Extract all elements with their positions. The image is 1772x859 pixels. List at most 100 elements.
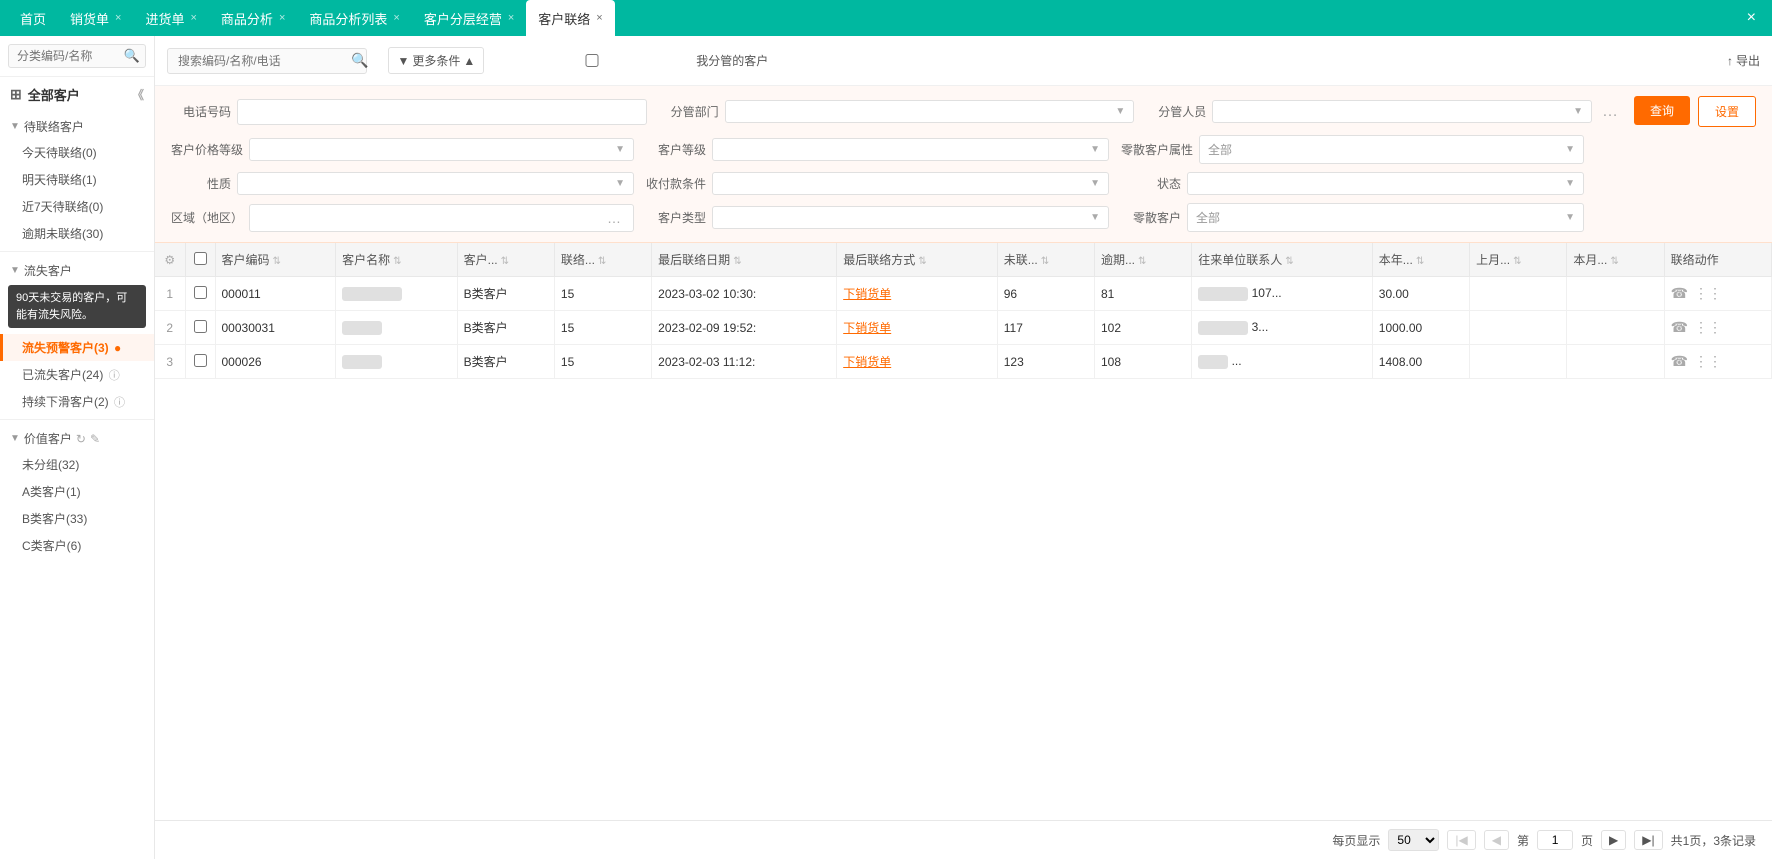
region-more-icon[interactable]: … — [603, 210, 625, 226]
payment-select[interactable]: ▼ — [712, 172, 1109, 195]
row-last-method[interactable]: 下销货单 — [837, 277, 998, 311]
prev-page-button[interactable]: ◀ — [1484, 830, 1509, 850]
nav-tab-purchase[interactable]: 进货单 × — [133, 0, 208, 36]
checkbox-header[interactable] — [185, 243, 215, 277]
sidebar-group-value[interactable]: ▼ 价值客户 ↻ ✎ — [0, 424, 154, 451]
row-last-method[interactable]: 下销货单 — [837, 345, 998, 379]
close-purchase-icon[interactable]: × — [190, 12, 196, 24]
nav-tab-customer-link[interactable]: 客户联络 × — [526, 0, 614, 36]
nav-tab-analysis[interactable]: 商品分析 × — [209, 0, 297, 36]
sort-this-month-icon[interactable]: ⇅ — [1610, 256, 1618, 267]
phone-input[interactable] — [237, 99, 647, 125]
sidebar-all-customers[interactable]: ⊞ 全部客户 《 — [0, 77, 154, 112]
select-all-checkbox[interactable] — [194, 252, 207, 265]
dept-select[interactable]: ▼ — [725, 100, 1135, 123]
sidebar-group-lost[interactable]: ▼ 流失客户 — [0, 256, 154, 283]
my-customers-checkbox[interactable]: 我分管的客户 — [492, 52, 768, 69]
price-level-select[interactable]: ▼ — [249, 138, 634, 161]
sort-type-icon[interactable]: ⇅ — [501, 256, 509, 267]
sidebar-item-c-class[interactable]: C类客户(6) — [0, 532, 154, 559]
region-select[interactable]: … — [249, 204, 634, 232]
sort-overdue-icon[interactable]: ⇅ — [1138, 256, 1146, 267]
sidebar-item-overdue[interactable]: 逾期未联络(30) — [0, 220, 154, 247]
row-checkbox[interactable] — [194, 286, 207, 299]
more-action-icon[interactable]: ⋮⋮ — [1694, 353, 1722, 370]
zero-attr-label: 零散客户属性 — [1121, 141, 1193, 158]
sidebar-item-7days[interactable]: 近7天待联络(0) — [0, 193, 154, 220]
sidebar-item-today[interactable]: 今天待联络(0) — [0, 139, 154, 166]
sidebar-item-b-class[interactable]: B类客户(33) — [0, 505, 154, 532]
nav-tab-analysis-list[interactable]: 商品分析列表 × — [297, 0, 411, 36]
next-page-button[interactable]: ▶ — [1601, 830, 1626, 850]
row-checkbox-cell[interactable] — [185, 311, 215, 345]
more-action-icon[interactable]: ⋮⋮ — [1694, 319, 1722, 336]
row-checkbox-cell[interactable] — [185, 345, 215, 379]
search-button[interactable]: 🔍 — [339, 44, 380, 77]
nav-tab-customer-tier[interactable]: 客户分层经营 × — [412, 0, 526, 36]
collapse-sidebar-icon[interactable]: 《 — [132, 86, 144, 103]
sidebar-item-lost[interactable]: 已流失客户(24) ⓘ — [0, 361, 154, 388]
first-page-button[interactable]: |◀ — [1447, 830, 1475, 850]
sidebar-item-a-class[interactable]: A类客户(1) — [0, 478, 154, 505]
sidebar-item-ungroup[interactable]: 未分组(32) — [0, 451, 154, 478]
gear-header[interactable]: ⚙ — [155, 243, 185, 277]
sort-last-date-icon[interactable]: ⇅ — [733, 256, 741, 267]
search-input[interactable] — [167, 48, 367, 74]
sort-name-icon[interactable]: ⇅ — [393, 256, 401, 267]
phone-action-icon[interactable]: ☎ — [1671, 353, 1688, 370]
page-input[interactable] — [1537, 830, 1573, 850]
sidebar-group-pending[interactable]: ▼ 待联络客户 — [0, 112, 154, 139]
more-action-icon[interactable]: ⋮⋮ — [1694, 285, 1722, 302]
row-checkbox-cell[interactable] — [185, 277, 215, 311]
last-method-link[interactable]: 下销货单 — [843, 355, 891, 369]
row-last-date: 2023-02-03 11:12: — [652, 345, 837, 379]
status-select[interactable]: ▼ — [1187, 172, 1584, 195]
sort-last-method-icon[interactable]: ⇅ — [918, 256, 926, 267]
my-customers-check[interactable] — [492, 54, 692, 67]
gender-select[interactable]: ▼ — [237, 172, 634, 195]
per-page-select[interactable]: 50 20 100 — [1388, 829, 1439, 851]
last-page-button[interactable]: ▶| — [1634, 830, 1662, 850]
setting-button[interactable]: 设置 — [1698, 96, 1756, 127]
sort-contact-icon[interactable]: ⇅ — [598, 256, 606, 267]
sidebar-item-tomorrow[interactable]: 明天待联络(1) — [0, 166, 154, 193]
action-icons-group: ☎ ⋮⋮ — [1671, 353, 1765, 370]
zero-customer-select[interactable]: 全部 ▼ — [1187, 203, 1584, 232]
sort-uncontacted-icon[interactable]: ⇅ — [1041, 256, 1049, 267]
person-more-icon[interactable]: … — [1598, 103, 1622, 121]
close-sales-icon[interactable]: × — [115, 12, 121, 24]
customer-type-select[interactable]: ▼ — [712, 206, 1109, 229]
row-last-date: 2023-02-09 19:52: — [652, 311, 837, 345]
more-conditions-button[interactable]: ▼ 更多条件 ▲ — [388, 47, 484, 74]
export-button[interactable]: ↑ 导出 — [1727, 52, 1760, 69]
customer-level-select[interactable]: ▼ — [712, 138, 1109, 161]
close-analysis-list-icon[interactable]: × — [393, 12, 399, 24]
last-method-link[interactable]: 下销货单 — [843, 287, 891, 301]
sort-this-year-icon[interactable]: ⇅ — [1416, 256, 1424, 267]
col-unit-contact: 往来单位联系人⇅ — [1192, 243, 1373, 277]
sidebar-item-warning[interactable]: 流失预警客户(3) ● — [0, 334, 154, 361]
nav-tab-sales[interactable]: 销货单 × — [58, 0, 133, 36]
row-checkbox[interactable] — [194, 320, 207, 333]
refresh-value-icon[interactable]: ↻ — [76, 432, 86, 446]
last-method-link[interactable]: 下销货单 — [843, 321, 891, 335]
close-customer-tier-icon[interactable]: × — [508, 12, 514, 24]
nav-tab-home[interactable]: 首页 — [8, 0, 58, 36]
sort-unit-contact-icon[interactable]: ⇅ — [1285, 256, 1293, 267]
customer-level-label: 客户等级 — [646, 141, 706, 158]
phone-action-icon[interactable]: ☎ — [1671, 319, 1688, 336]
row-last-method[interactable]: 下销货单 — [837, 311, 998, 345]
zero-attr-select[interactable]: 全部 ▼ — [1199, 135, 1584, 164]
close-analysis-icon[interactable]: × — [279, 12, 285, 24]
query-button[interactable]: 查询 — [1634, 96, 1690, 125]
sidebar-item-declining[interactable]: 持续下滑客户(2) ⓘ — [0, 388, 154, 415]
person-select[interactable]: ▼ — [1212, 100, 1592, 123]
close-customer-link-icon[interactable]: × — [596, 12, 602, 24]
phone-action-icon[interactable]: ☎ — [1671, 285, 1688, 302]
close-all-button[interactable]: × — [1739, 9, 1764, 27]
sort-code-icon[interactable]: ⇅ — [273, 256, 281, 267]
sort-last-month-icon[interactable]: ⇅ — [1513, 256, 1521, 267]
zero-customer-value: 全部 — [1196, 209, 1220, 226]
edit-value-icon[interactable]: ✎ — [90, 432, 100, 446]
row-checkbox[interactable] — [194, 354, 207, 367]
